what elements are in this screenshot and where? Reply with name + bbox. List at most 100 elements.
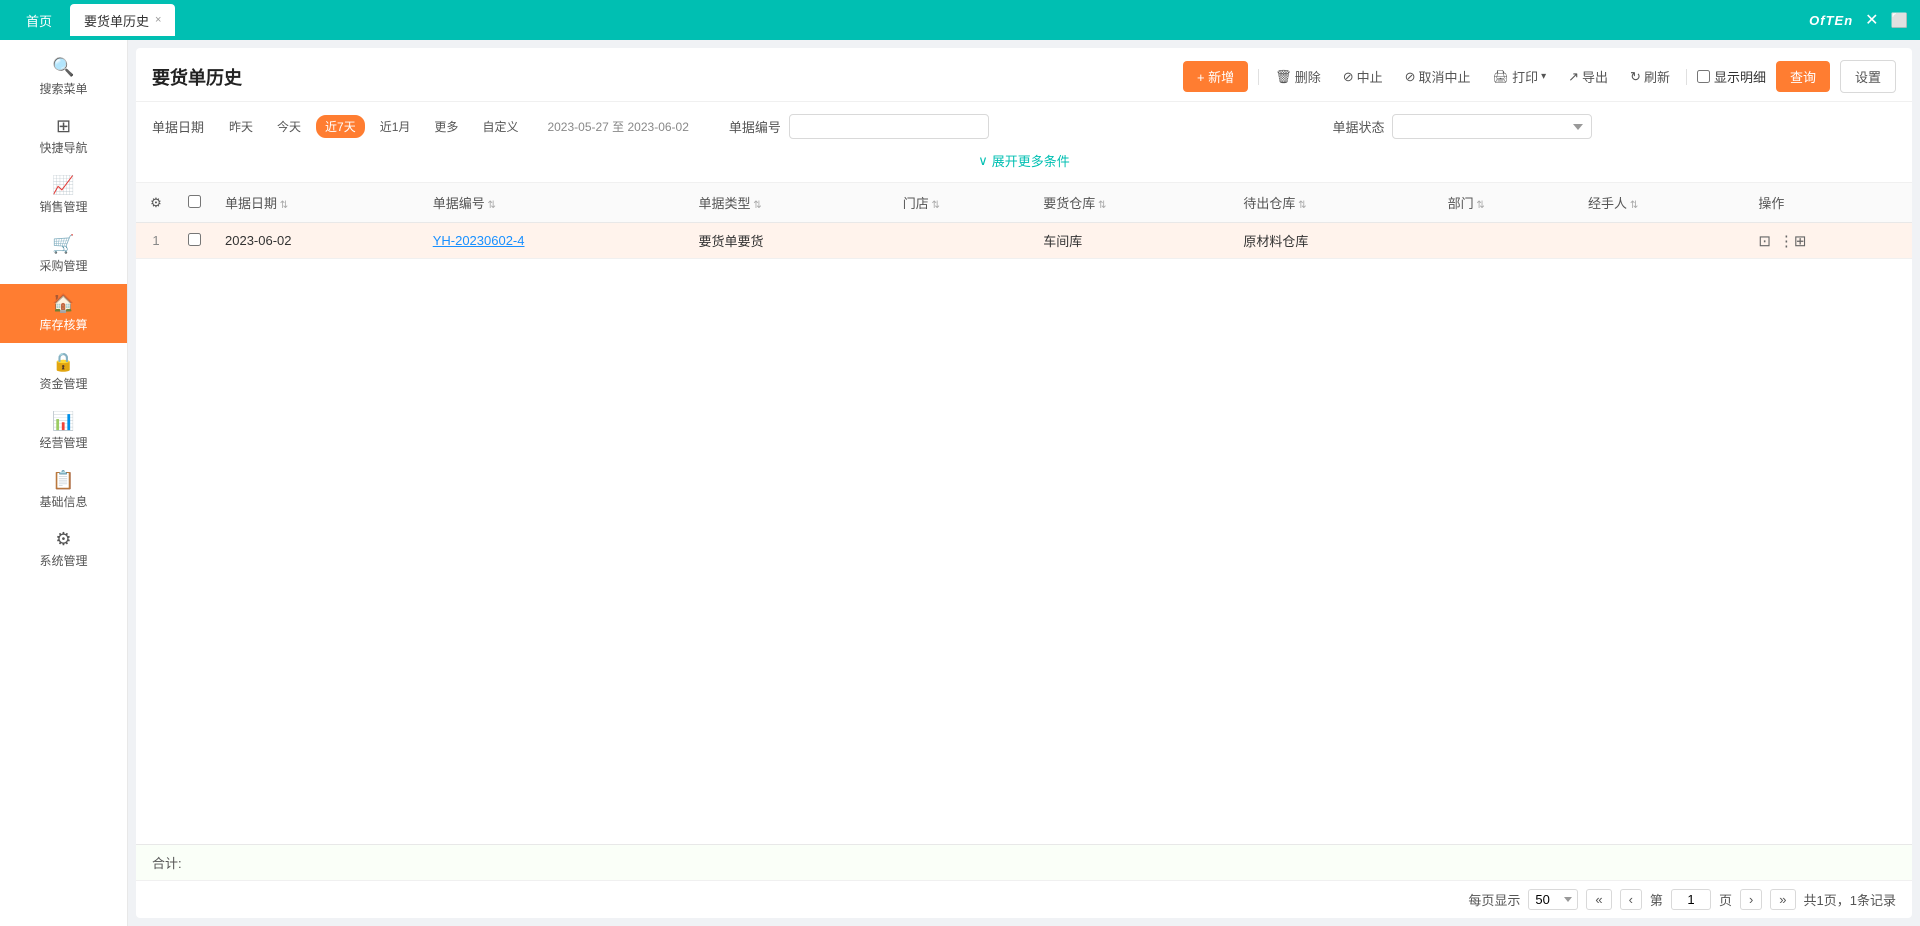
date-btn-yesterday[interactable]: 昨天 [220,115,262,138]
quick-nav-icon: ⊞ [56,117,71,135]
last-page-button[interactable]: » [1770,889,1795,910]
pagination: 每页显示 50 20 100 « ‹ 第 页 › » 共1页，1条记录 [136,880,1912,918]
date-btn-custom[interactable]: 自定义 [473,115,527,138]
refresh-button[interactable]: ↻ 刷新 [1624,63,1676,90]
sidebar-item-operation-mgmt-label: 经营管理 [39,434,87,451]
th-pending-warehouse[interactable]: 待出仓库 [1231,183,1435,223]
sidebar-item-purchase-mgmt-label: 采购管理 [39,257,87,274]
th-dept[interactable]: 部门 [1436,183,1576,223]
window-close-icon[interactable]: ✕ [1865,10,1878,30]
content-area: 要货单历史 + 新增 🗑 删除 ⊘ 中止 ⊘ 取消中止 🖨 打 [136,48,1912,918]
row-action-view-icon[interactable]: ⊡ [1758,232,1771,250]
first-page-button[interactable]: « [1586,889,1611,910]
toolbar-divider-1 [1258,69,1259,85]
doc-number-filter-group: 单据编号 [729,114,1293,139]
row-doc-number[interactable]: YH-20230602-4 [421,223,687,259]
stop-button[interactable]: ⊘ 中止 [1337,63,1389,90]
page-input[interactable] [1671,889,1711,910]
row-actions: ⊡ ⋮⊞ [1746,223,1912,259]
system-mgmt-icon: ⚙ [55,530,71,548]
th-checkbox [176,183,213,223]
search-menu-icon: 🔍 [52,58,74,76]
footer-total-label: 合计: [152,853,182,872]
date-btn-more[interactable]: 更多 [425,115,467,138]
table-header-row: ⚙ 单据日期 单据编号 单据类型 门店 要货仓库 待出仓库 部门 经手人 操作 [136,183,1912,223]
sidebar-item-system-mgmt[interactable]: ⚙ 系统管理 [0,520,127,579]
tab-home[interactable]: 首页 [12,4,66,36]
cancel-stop-button[interactable]: ⊘ 取消中止 [1399,63,1477,90]
row-checkbox[interactable] [188,233,201,246]
display-detail-checkbox-wrap[interactable]: 显示明细 [1697,67,1766,86]
select-all-checkbox[interactable] [188,195,201,208]
row-doc-type: 要货单要货 [686,223,890,259]
th-doc-number[interactable]: 单据编号 [421,183,687,223]
th-action: 操作 [1746,183,1912,223]
th-doc-date[interactable]: 单据日期 [213,183,421,223]
sidebar-item-search-menu-label: 搜索菜单 [39,80,87,97]
th-handler[interactable]: 经手人 [1576,183,1746,223]
sidebar-item-sales-mgmt[interactable]: 📈 销售管理 [0,166,127,225]
table-body: 1 2023-06-02 YH-20230602-4 要货单要货 车间库 原材料… [136,223,1912,259]
sidebar-item-inventory-label: 库存核算 [39,316,87,333]
sidebar-item-finance-mgmt[interactable]: 🔒 资金管理 [0,343,127,402]
date-btn-today[interactable]: 今天 [268,115,310,138]
prev-page-button[interactable]: ‹ [1620,889,1642,910]
th-settings[interactable]: ⚙ [136,183,176,223]
sidebar-item-basic-info[interactable]: 📋 基础信息 [0,461,127,520]
th-store[interactable]: 门店 [891,183,1031,223]
tab-close-icon[interactable]: × [155,14,161,26]
export-button[interactable]: ↗ 导出 [1562,63,1614,90]
per-page-select[interactable]: 50 20 100 [1528,889,1578,910]
row-dept [1436,223,1576,259]
tab-requisition-history[interactable]: 要货单历史 × [70,4,175,36]
sidebar-item-search-menu[interactable]: 🔍 搜索菜单 [0,48,127,107]
print-button[interactable]: 🖨 打印 ▾ [1487,63,1553,90]
refresh-icon: ↻ [1630,69,1641,85]
next-page-button[interactable]: › [1740,889,1762,910]
delete-icon: 🗑 [1275,69,1292,85]
row-checkbox-cell [176,223,213,259]
doc-number-label: 单据编号 [729,117,781,136]
basic-info-icon: 📋 [52,471,74,489]
query-button[interactable]: 查询 [1776,61,1830,92]
sidebar-item-finance-mgmt-label: 资金管理 [39,375,87,392]
row-handler [1576,223,1746,259]
th-req-warehouse[interactable]: 要货仓库 [1031,183,1231,223]
finance-mgmt-icon: 🔒 [52,353,74,371]
print-icon: 🖨 [1493,69,1510,85]
expand-more-label: 展开更多条件 [992,151,1070,170]
filter-area: 单据日期 昨天 今天 近7天 近1月 更多 自定义 2023-05-27 至 2… [136,102,1912,183]
sidebar-item-operation-mgmt[interactable]: 📊 经营管理 [0,402,127,461]
table-row: 1 2023-06-02 YH-20230602-4 要货单要货 车间库 原材料… [136,223,1912,259]
doc-number-input[interactable] [789,114,989,139]
row-pending-warehouse: 原材料仓库 [1231,223,1435,259]
stop-icon: ⊘ [1343,69,1354,85]
brand-text: OfTEn [1809,13,1853,28]
new-button[interactable]: + 新增 [1183,61,1248,92]
page-header: 要货单历史 + 新增 🗑 删除 ⊘ 中止 ⊘ 取消中止 🖨 打 [136,48,1912,102]
toolbar-divider-2 [1686,69,1687,85]
settings-button[interactable]: 设置 [1840,60,1896,93]
delete-button[interactable]: 🗑 删除 [1269,63,1327,90]
sidebar-item-purchase-mgmt[interactable]: 🛒 采购管理 [0,225,127,284]
page-title: 要货单历史 [152,64,1175,90]
expand-more-button[interactable]: ∨ 展开更多条件 [152,147,1896,174]
window-maximize-icon[interactable]: ⬜ [1891,12,1908,29]
doc-status-select[interactable] [1392,114,1592,139]
sidebar-item-inventory[interactable]: 🏠 库存核算 [0,284,127,343]
purchase-mgmt-icon: 🛒 [52,235,74,253]
sidebar-item-quick-nav[interactable]: ⊞ 快捷导航 [0,107,127,166]
display-detail-checkbox[interactable] [1697,70,1710,83]
row-num: 1 [136,223,176,259]
date-btn-1month[interactable]: 近1月 [371,115,420,138]
date-range-display: 2023-05-27 至 2023-06-02 [547,118,688,135]
row-doc-date: 2023-06-02 [213,223,421,259]
row-action-more-icon[interactable]: ⋮⊞ [1779,232,1807,250]
operation-mgmt-icon: 📊 [52,412,74,430]
sales-mgmt-icon: 📈 [52,176,74,194]
th-doc-type[interactable]: 单据类型 [686,183,890,223]
doc-status-filter-group: 单据状态 [1332,114,1896,139]
date-btn-7days[interactable]: 近7天 [316,115,365,138]
tab-home-label: 首页 [26,11,52,30]
main-layout: 🔍 搜索菜单 ⊞ 快捷导航 📈 销售管理 🛒 采购管理 🏠 库存核算 🔒 资金管… [0,40,1920,926]
